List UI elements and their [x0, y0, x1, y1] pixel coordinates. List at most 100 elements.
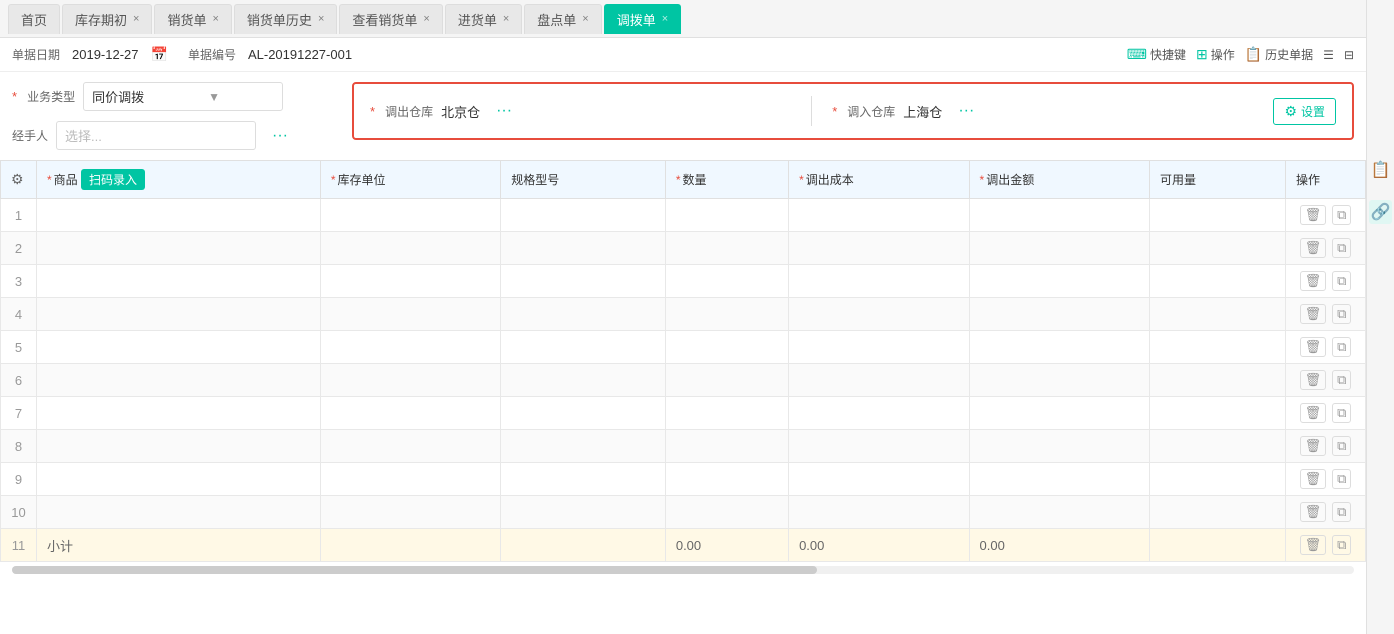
- cell-cost[interactable]: [789, 430, 969, 463]
- copy-row-button[interactable]: ⧉: [1332, 238, 1351, 258]
- cell-available[interactable]: [1149, 331, 1285, 364]
- tab-sales-history[interactable]: 销货单历史 ×: [234, 4, 337, 34]
- cell-qty[interactable]: [665, 496, 788, 529]
- cell-cost[interactable]: [789, 496, 969, 529]
- cell-amount[interactable]: [969, 430, 1149, 463]
- tab-view-sales[interactable]: 查看销货单 ×: [339, 4, 442, 34]
- cell-spec[interactable]: [501, 199, 666, 232]
- cell-available[interactable]: [1149, 364, 1285, 397]
- cell-available[interactable]: [1149, 496, 1285, 529]
- copy-row-button[interactable]: ⧉: [1332, 403, 1351, 423]
- cell-unit[interactable]: [320, 265, 500, 298]
- cell-qty[interactable]: [665, 331, 788, 364]
- cell-unit[interactable]: [320, 430, 500, 463]
- cell-spec[interactable]: [501, 232, 666, 265]
- cell-amount[interactable]: [969, 232, 1149, 265]
- cell-product[interactable]: [37, 430, 321, 463]
- cell-cost[interactable]: [789, 463, 969, 496]
- delete-row-button[interactable]: 🗑: [1300, 304, 1327, 324]
- cell-cost[interactable]: 0.00: [789, 529, 969, 562]
- layout-btn1[interactable]: ☰: [1323, 48, 1334, 62]
- cell-spec[interactable]: [501, 298, 666, 331]
- tab-purchase-order-close[interactable]: ×: [503, 13, 509, 25]
- calendar-icon[interactable]: 📅: [151, 46, 168, 63]
- cell-available[interactable]: [1149, 232, 1285, 265]
- cell-product[interactable]: [37, 298, 321, 331]
- horizontal-scrollbar[interactable]: [12, 566, 1354, 574]
- cell-product[interactable]: [37, 463, 321, 496]
- tab-inventory-init[interactable]: 库存期初 ×: [62, 4, 152, 34]
- cell-unit[interactable]: [320, 298, 500, 331]
- cell-spec[interactable]: [501, 496, 666, 529]
- cell-qty[interactable]: [665, 199, 788, 232]
- cell-product[interactable]: [37, 331, 321, 364]
- handler-input[interactable]: 选择...: [56, 121, 256, 150]
- tab-sales-history-close[interactable]: ×: [318, 13, 324, 25]
- copy-row-button[interactable]: ⧉: [1332, 502, 1351, 522]
- table-settings-icon[interactable]: ⚙: [11, 171, 24, 187]
- cell-available[interactable]: [1149, 463, 1285, 496]
- copy-row-button[interactable]: ⧉: [1332, 469, 1351, 489]
- cell-spec[interactable]: [501, 397, 666, 430]
- cell-unit[interactable]: [320, 331, 500, 364]
- copy-row-button[interactable]: ⧉: [1332, 304, 1351, 324]
- cell-amount[interactable]: [969, 364, 1149, 397]
- cell-amount[interactable]: [969, 298, 1149, 331]
- cell-unit[interactable]: [320, 397, 500, 430]
- cell-amount[interactable]: [969, 331, 1149, 364]
- tab-transfer[interactable]: 调拨单 ×: [604, 4, 681, 34]
- cell-cost[interactable]: [789, 331, 969, 364]
- delete-row-button[interactable]: 🗑: [1300, 436, 1327, 456]
- cell-qty[interactable]: [665, 463, 788, 496]
- cell-cost[interactable]: [789, 232, 969, 265]
- cell-unit[interactable]: [320, 529, 500, 562]
- cell-cost[interactable]: [789, 364, 969, 397]
- cell-qty[interactable]: 0.00: [665, 529, 788, 562]
- cell-available[interactable]: [1149, 199, 1285, 232]
- cell-qty[interactable]: [665, 298, 788, 331]
- cell-spec[interactable]: [501, 463, 666, 496]
- cell-qty[interactable]: [665, 397, 788, 430]
- copy-row-button[interactable]: ⧉: [1332, 337, 1351, 357]
- cell-amount[interactable]: [969, 199, 1149, 232]
- cell-cost[interactable]: [789, 199, 969, 232]
- delete-row-button[interactable]: 🗑: [1300, 337, 1327, 357]
- delete-row-button[interactable]: 🗑: [1300, 469, 1327, 489]
- tab-sales-order[interactable]: 销货单 ×: [154, 4, 231, 34]
- cell-product[interactable]: [37, 397, 321, 430]
- copy-row-button[interactable]: ⧉: [1332, 436, 1351, 456]
- cell-product[interactable]: 小计: [37, 529, 321, 562]
- cell-qty[interactable]: [665, 232, 788, 265]
- tab-stocktake-close[interactable]: ×: [582, 13, 588, 25]
- cell-product[interactable]: [37, 496, 321, 529]
- cell-cost[interactable]: [789, 298, 969, 331]
- cell-amount[interactable]: [969, 265, 1149, 298]
- cell-amount[interactable]: [969, 397, 1149, 430]
- cell-qty[interactable]: [665, 265, 788, 298]
- shortcuts-btn[interactable]: ⌨ 快捷键: [1127, 46, 1186, 63]
- copy-row-button[interactable]: ⧉: [1332, 205, 1351, 225]
- cell-available[interactable]: [1149, 298, 1285, 331]
- cell-spec[interactable]: [501, 529, 666, 562]
- cell-spec[interactable]: [501, 331, 666, 364]
- cell-amount[interactable]: 0.00: [969, 529, 1149, 562]
- in-warehouse-more-btn[interactable]: ···: [958, 102, 974, 120]
- cell-unit[interactable]: [320, 463, 500, 496]
- business-type-input[interactable]: 同价调拨 ▼: [83, 82, 283, 111]
- copy-row-button[interactable]: ⧉: [1332, 370, 1351, 390]
- copy-row-button[interactable]: ⧉: [1332, 535, 1351, 555]
- sidebar-notes-icon[interactable]: 📋: [1371, 160, 1391, 180]
- tab-purchase-order[interactable]: 进货单 ×: [445, 4, 522, 34]
- copy-row-button[interactable]: ⧉: [1332, 271, 1351, 291]
- cell-spec[interactable]: [501, 430, 666, 463]
- cell-spec[interactable]: [501, 364, 666, 397]
- cell-product[interactable]: [37, 364, 321, 397]
- cell-cost[interactable]: [789, 397, 969, 430]
- in-warehouse-value[interactable]: 上海仓: [903, 102, 942, 121]
- cell-unit[interactable]: [320, 364, 500, 397]
- delete-row-button[interactable]: 🗑: [1300, 535, 1327, 555]
- cell-amount[interactable]: [969, 463, 1149, 496]
- delete-row-button[interactable]: 🗑: [1300, 403, 1327, 423]
- history-btn[interactable]: 📋 历史单据: [1245, 46, 1313, 63]
- handler-more-btn[interactable]: ···: [272, 127, 288, 145]
